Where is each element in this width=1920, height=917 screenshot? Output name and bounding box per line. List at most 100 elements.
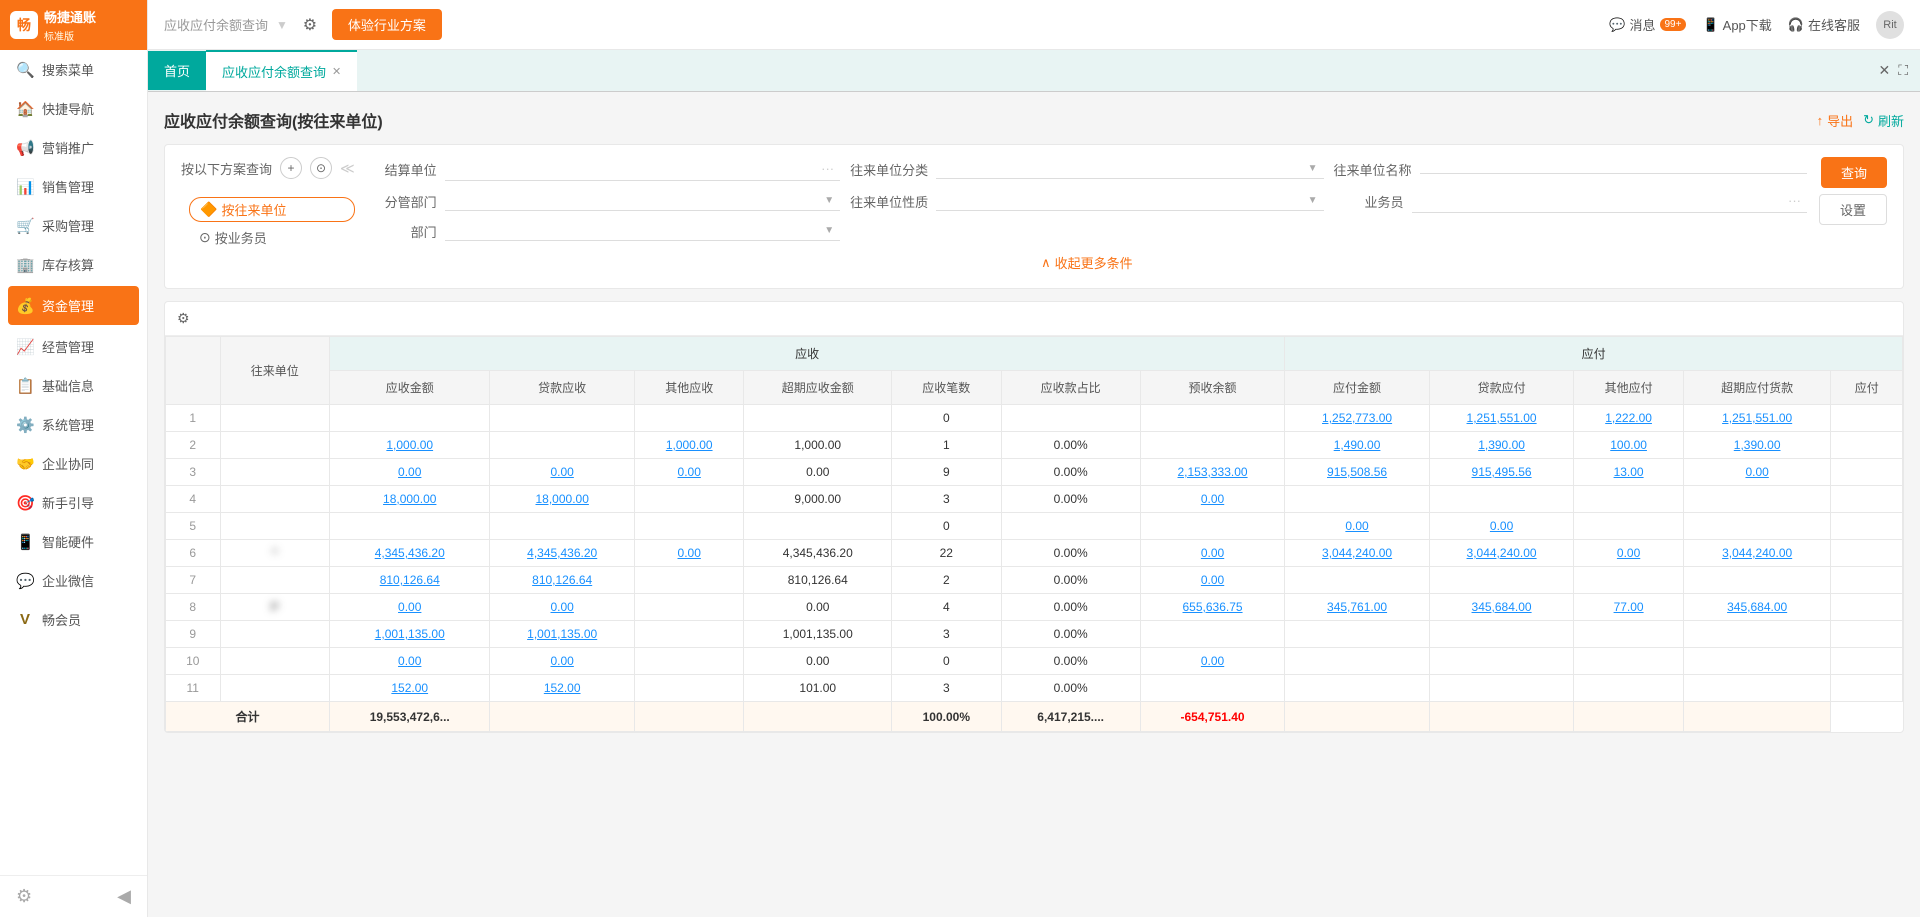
tab-close-icon[interactable]: ✕ — [332, 65, 341, 78]
tab-home[interactable]: 首页 — [148, 51, 206, 90]
sidebar-item-quick-nav[interactable]: 🏠 快捷导航 — [0, 89, 147, 128]
sidebar-settings-icon[interactable]: ⚙ — [16, 886, 32, 907]
row-ar-other[interactable] — [634, 567, 744, 594]
sidebar-item-enterprise[interactable]: 🤝 企业协同 — [0, 444, 147, 483]
row-ap-overdue[interactable] — [1683, 675, 1831, 702]
row-ap-loan[interactable]: 915,495.56 — [1429, 459, 1574, 486]
filter-add-button[interactable]: + — [280, 157, 302, 179]
row-ap-other[interactable] — [1574, 648, 1684, 675]
row-ap-amount[interactable] — [1285, 486, 1430, 513]
row-ar-loan[interactable]: 0.00 — [490, 648, 635, 675]
row-ar-amount[interactable]: 810,126.64 — [330, 567, 490, 594]
row-ar-amount[interactable] — [330, 513, 490, 540]
row-ar-amount[interactable] — [330, 405, 490, 432]
row-ar-other[interactable] — [634, 513, 744, 540]
filter-collapse-row[interactable]: ∧ 收起更多条件 — [367, 249, 1807, 276]
row-ap-amount[interactable] — [1285, 621, 1430, 648]
row-prepaid[interactable] — [1140, 432, 1285, 459]
row-ar-other[interactable]: 0.00 — [634, 459, 744, 486]
row-ap-loan[interactable]: 3,044,240.00 — [1429, 540, 1574, 567]
row-ap-amount[interactable] — [1285, 675, 1430, 702]
row-ar-amount[interactable]: 4,345,436.20 — [330, 540, 490, 567]
online-service-button[interactable]: 🎧 在线客服 — [1788, 15, 1860, 34]
row-ap-other[interactable]: 100.00 — [1574, 432, 1684, 459]
tab-close-window-icon[interactable]: ✕ — [1878, 62, 1890, 79]
user-avatar[interactable]: Rit — [1876, 11, 1904, 39]
row-ap-amount[interactable]: 915,508.56 — [1285, 459, 1430, 486]
sidebar-item-enterprise-wx[interactable]: 💬 企业微信 — [0, 561, 147, 600]
row-ap-other[interactable] — [1574, 567, 1684, 594]
scheme-by-partner[interactable]: 🔶 按往来单位 — [189, 197, 355, 222]
row-ar-amount[interactable]: 1,000.00 — [330, 432, 490, 459]
settings-button[interactable]: 设置 — [1819, 194, 1887, 225]
row-prepaid[interactable]: 655,636.75 — [1140, 594, 1285, 621]
sidebar-item-marketing[interactable]: 📢 营销推广 — [0, 128, 147, 167]
row-ap-amount[interactable]: 345,761.00 — [1285, 594, 1430, 621]
sidebar-item-smart-hw[interactable]: 📱 智能硬件 — [0, 522, 147, 561]
row-ap-loan[interactable]: 0.00 — [1429, 513, 1574, 540]
row-ap-other[interactable] — [1574, 621, 1684, 648]
row-prepaid[interactable] — [1140, 405, 1285, 432]
row-ap-amount[interactable]: 3,044,240.00 — [1285, 540, 1430, 567]
row-ap-overdue[interactable]: 0.00 — [1683, 459, 1831, 486]
row-ar-amount[interactable]: 152.00 — [330, 675, 490, 702]
dept-manager-input[interactable]: ▼ — [445, 191, 840, 211]
row-ar-amount[interactable]: 0.00 — [330, 648, 490, 675]
row-ar-loan[interactable] — [490, 513, 635, 540]
tab-maximize-icon[interactable]: ⛶ — [1898, 62, 1908, 79]
row-ap-other[interactable] — [1574, 675, 1684, 702]
row-ap-other[interactable] — [1574, 486, 1684, 513]
header-gear-button[interactable]: ⚙ — [296, 11, 324, 39]
row-ap-other[interactable]: 77.00 — [1574, 594, 1684, 621]
export-button[interactable]: ↑ 导出 — [1817, 111, 1854, 130]
row-ap-overdue[interactable]: 1,390.00 — [1683, 432, 1831, 459]
row-prepaid[interactable]: 0.00 — [1140, 567, 1285, 594]
row-ap-overdue[interactable]: 3,044,240.00 — [1683, 540, 1831, 567]
row-ar-other[interactable] — [634, 486, 744, 513]
partner-name-input[interactable] — [1420, 165, 1807, 174]
notification-button[interactable]: 💬 消息 99+ — [1609, 15, 1686, 34]
row-ar-loan[interactable] — [490, 405, 635, 432]
row-ap-loan[interactable] — [1429, 648, 1574, 675]
table-settings-icon[interactable]: ⚙ — [177, 310, 190, 327]
row-ap-overdue[interactable]: 345,684.00 — [1683, 594, 1831, 621]
refresh-button[interactable]: ↻ 刷新 — [1863, 111, 1904, 130]
row-ap-loan[interactable] — [1429, 675, 1574, 702]
row-ar-loan[interactable]: 810,126.64 — [490, 567, 635, 594]
sidebar-item-system[interactable]: ⚙️ 系统管理 — [0, 405, 147, 444]
sidebar-item-basic-info[interactable]: 📋 基础信息 — [0, 366, 147, 405]
row-ap-other[interactable]: 1,222.00 — [1574, 405, 1684, 432]
sidebar-item-vip[interactable]: V 畅会员 — [0, 600, 147, 639]
row-ar-other[interactable]: 1,000.00 — [634, 432, 744, 459]
row-prepaid[interactable] — [1140, 675, 1285, 702]
row-ar-loan[interactable]: 4,345,436.20 — [490, 540, 635, 567]
row-ap-other[interactable]: 0.00 — [1574, 540, 1684, 567]
scheme-by-business[interactable]: ⊙ 按业务员 — [189, 226, 355, 249]
row-ap-overdue[interactable] — [1683, 486, 1831, 513]
row-prepaid[interactable]: 0.00 — [1140, 540, 1285, 567]
filter-collapse-icon[interactable]: ≪ — [340, 160, 355, 177]
sidebar-item-capital[interactable]: 💰 资金管理 — [8, 286, 139, 325]
sidebar-item-search-menu[interactable]: 🔍 搜索菜单 — [0, 50, 147, 89]
row-ap-amount[interactable] — [1285, 648, 1430, 675]
sidebar-item-inventory[interactable]: 🏢 库存核算 — [0, 245, 147, 284]
row-ar-loan[interactable]: 0.00 — [490, 594, 635, 621]
department-input[interactable]: ▼ — [445, 221, 840, 241]
row-ap-loan[interactable] — [1429, 486, 1574, 513]
row-ap-overdue[interactable] — [1683, 621, 1831, 648]
row-ar-other[interactable]: 0.00 — [634, 540, 744, 567]
row-ar-amount[interactable]: 0.00 — [330, 594, 490, 621]
row-ap-loan[interactable] — [1429, 567, 1574, 594]
settlement-unit-input[interactable]: ··· — [445, 157, 840, 181]
row-ar-other[interactable] — [634, 675, 744, 702]
row-ap-amount[interactable]: 1,490.00 — [1285, 432, 1430, 459]
row-prepaid[interactable]: 0.00 — [1140, 486, 1285, 513]
partner-category-input[interactable]: ▼ — [936, 159, 1323, 179]
row-ar-loan[interactable] — [490, 432, 635, 459]
row-ar-loan[interactable]: 1,001,135.00 — [490, 621, 635, 648]
trial-button[interactable]: 体验行业方案 — [332, 9, 442, 40]
row-ap-loan[interactable]: 1,390.00 — [1429, 432, 1574, 459]
tab-ar-ap-query[interactable]: 应收应付余额查询 ✕ — [206, 50, 357, 91]
sidebar-item-guide[interactable]: 🎯 新手引导 — [0, 483, 147, 522]
salesperson-input[interactable]: ··· — [1412, 189, 1807, 213]
